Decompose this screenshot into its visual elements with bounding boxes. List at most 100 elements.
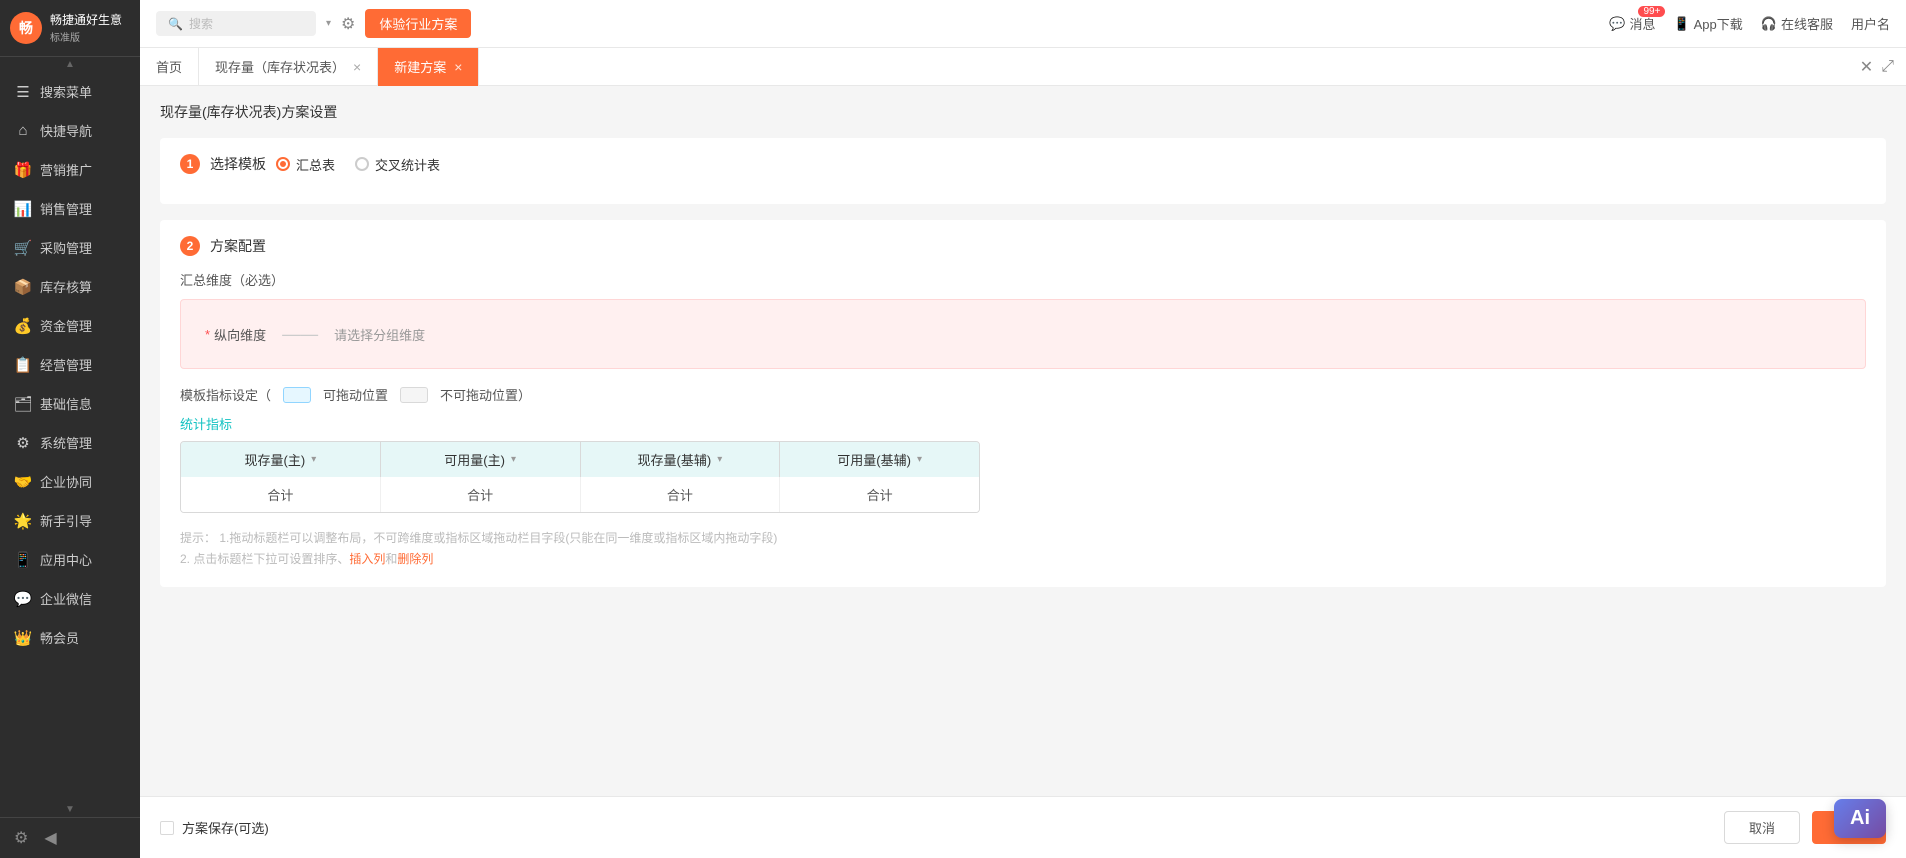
tip-highlight: 插入列: [349, 552, 385, 566]
service-label: 在线客服: [1781, 14, 1833, 33]
home-tab-label: 首页: [156, 57, 182, 76]
member-icon: 👑: [14, 629, 32, 647]
message-icon: 💬: [1609, 16, 1625, 32]
settings-icon[interactable]: ⚙: [14, 828, 28, 848]
stat-section: 统计指标 现存量(主) ▾ 可用量(主) ▾: [180, 414, 1866, 513]
sidebar-item-member[interactable]: 👑 畅会员: [0, 618, 140, 657]
sidebar-item-finance[interactable]: 💰 资金管理: [0, 306, 140, 345]
radio-cross[interactable]: 交叉统计表: [355, 155, 440, 174]
appcenter-icon: 📱: [14, 551, 32, 569]
basic-icon: 🗂: [14, 395, 32, 413]
message-badge: 99+: [1638, 6, 1665, 17]
radio-summary[interactable]: 汇总表: [276, 155, 335, 174]
indicator-text: 模板指标设定（: [180, 385, 271, 404]
app-name: 畅捷通好生意: [50, 12, 122, 29]
tabs-bar: 首页 现存量（库存状况表） × 新建方案 × ✕ ⤢: [140, 48, 1906, 86]
stat-table: 现存量(主) ▾ 可用量(主) ▾ 现存量(基辅) ▾: [180, 441, 980, 513]
tab-home[interactable]: 首页: [140, 48, 199, 86]
step2-header: 2 方案配置: [180, 236, 1866, 256]
col-header-2[interactable]: 现存量(基辅) ▾: [581, 442, 781, 477]
sidebar-item-sales[interactable]: 📊 销售管理: [0, 189, 140, 228]
sidebar-item-cooperation[interactable]: 🤝 企业协同: [0, 462, 140, 501]
ai-badge[interactable]: Ai: [1834, 799, 1886, 838]
sidebar-item-label: 系统管理: [40, 433, 92, 452]
step1-label: 选择模板: [210, 154, 266, 174]
save-label: 方案保存(可选): [182, 818, 269, 837]
save-checkbox[interactable]: [160, 821, 174, 835]
search-bar[interactable]: 🔍 搜索: [156, 11, 316, 36]
user-label: 用户名: [1851, 17, 1890, 32]
sidebar-item-purchase[interactable]: 🛒 采购管理: [0, 228, 140, 267]
indicator-row: 模板指标设定（ 可拖动位置 不可拖动位置）: [180, 385, 1866, 404]
step2-label: 方案配置: [210, 236, 266, 256]
col-cell-2: 合计: [581, 477, 781, 512]
topbar-left: 🔍 搜索 ▾ ⚙ 体验行业方案: [156, 9, 471, 38]
sidebar-item-system[interactable]: ⚙ 系统管理: [0, 423, 140, 462]
sidebar-item-search[interactable]: ☰ 搜索菜单: [0, 72, 140, 111]
dimension-label: 纵向维度: [214, 325, 266, 344]
col-label-3: 可用量(基辅): [837, 450, 911, 469]
footer-area: 方案保存(可选) 取消 查询: [140, 796, 1906, 858]
sidebar-item-wechat[interactable]: 💬 企业微信: [0, 579, 140, 618]
sidebar-item-label: 营销推广: [40, 160, 92, 179]
tab-inventory-status[interactable]: 现存量（库存状况表） ×: [199, 48, 378, 86]
stat-table-row: 合计 合计 合计 合计: [181, 477, 979, 512]
sidebar-item-newbie[interactable]: 🌟 新手引导: [0, 501, 140, 540]
sidebar-item-label: 资金管理: [40, 316, 92, 335]
sidebar-item-quicknav[interactable]: ⌂ 快捷导航: [0, 111, 140, 150]
gear-btn[interactable]: ⚙: [341, 14, 355, 34]
tab-inventory-close[interactable]: ×: [353, 59, 361, 75]
mobile-icon: 📱: [1673, 16, 1689, 32]
sidebar-item-label: 快捷导航: [40, 121, 92, 140]
save-checkbox-row[interactable]: 方案保存(可选): [160, 818, 269, 837]
logo-icon: 畅: [10, 12, 42, 44]
search-icon: 🔍: [168, 17, 183, 31]
tab-new-scheme[interactable]: 新建方案 ×: [378, 48, 479, 86]
dimension-area[interactable]: * 纵向维度 —— 请选择分组维度: [180, 299, 1866, 369]
search-icon: ☰: [14, 83, 32, 101]
message-btn[interactable]: 💬 消息 99+: [1609, 14, 1655, 33]
sidebar-item-label: 经营管理: [40, 355, 92, 374]
expand-icon[interactable]: ⤢: [1881, 58, 1894, 76]
sidebar-item-label: 新手引导: [40, 511, 92, 530]
sidebar-scroll-up[interactable]: ▲: [0, 57, 140, 72]
topbar-dropdown[interactable]: ▾: [326, 18, 331, 29]
template-radio-group: 汇总表 交叉统计表: [276, 155, 440, 174]
col-cell-1: 合计: [381, 477, 581, 512]
fixed-indicator: [400, 387, 428, 403]
user-btn[interactable]: 用户名: [1851, 14, 1890, 33]
finance-icon: 💰: [14, 317, 32, 335]
col-chevron-1: ▾: [511, 454, 516, 465]
step1-header: 1 选择模板 汇总表 交叉统计表: [180, 154, 1866, 174]
col-cell-0: 合计: [181, 477, 381, 512]
col-chevron-2: ▾: [717, 454, 722, 465]
industry-btn[interactable]: 体验行业方案: [365, 9, 471, 38]
close-icon[interactable]: ✕: [1860, 57, 1873, 77]
sidebar-item-appcenter[interactable]: 📱 应用中心: [0, 540, 140, 579]
sidebar-item-basic[interactable]: 🗂 基础信息: [0, 384, 140, 423]
online-service-btn[interactable]: 🎧 在线客服: [1761, 14, 1833, 33]
col-header-1[interactable]: 可用量(主) ▾: [381, 442, 581, 477]
sidebar-scroll-down[interactable]: ▼: [0, 802, 140, 817]
tabs-right: ✕ ⤢: [1860, 57, 1906, 77]
inventory-icon: 📦: [14, 278, 32, 296]
tip-highlight-2: 删除列: [397, 552, 433, 566]
sidebar-logo: 畅 畅捷通好生意 标准版: [0, 0, 140, 57]
cancel-button[interactable]: 取消: [1724, 811, 1800, 844]
main-area: 🔍 搜索 ▾ ⚙ 体验行业方案 💬 消息 99+ 📱 App下载 🎧 在线客服: [140, 0, 1906, 858]
sidebar-item-inventory[interactable]: 📦 库存核算: [0, 267, 140, 306]
collapse-icon[interactable]: ◀: [44, 828, 56, 848]
step1-badge: 1: [180, 154, 200, 174]
app-download-btn[interactable]: 📱 App下载: [1673, 14, 1742, 33]
col-header-3[interactable]: 可用量(基辅) ▾: [780, 442, 979, 477]
col-label-2: 现存量(基辅): [638, 450, 712, 469]
col-header-0[interactable]: 现存量(主) ▾: [181, 442, 381, 477]
sidebar-item-label: 销售管理: [40, 199, 92, 218]
radio-summary-label: 汇总表: [296, 155, 335, 174]
sidebar-item-marketing[interactable]: 🎁 营销推广: [0, 150, 140, 189]
sidebar-item-business[interactable]: 📋 经营管理: [0, 345, 140, 384]
tip-2: 2. 点击标题栏下拉可设置排序、插入列和删除列: [180, 550, 1866, 567]
content-area: 现存量(库存状况表)方案设置 1 选择模板 汇总表 交叉统计表: [140, 86, 1906, 796]
sidebar: 畅 畅捷通好生意 标准版 ▲ ☰ 搜索菜单 ⌂ 快捷导航 🎁 营销推广 📊 销售…: [0, 0, 140, 858]
tab-new-scheme-close[interactable]: ×: [454, 59, 462, 75]
